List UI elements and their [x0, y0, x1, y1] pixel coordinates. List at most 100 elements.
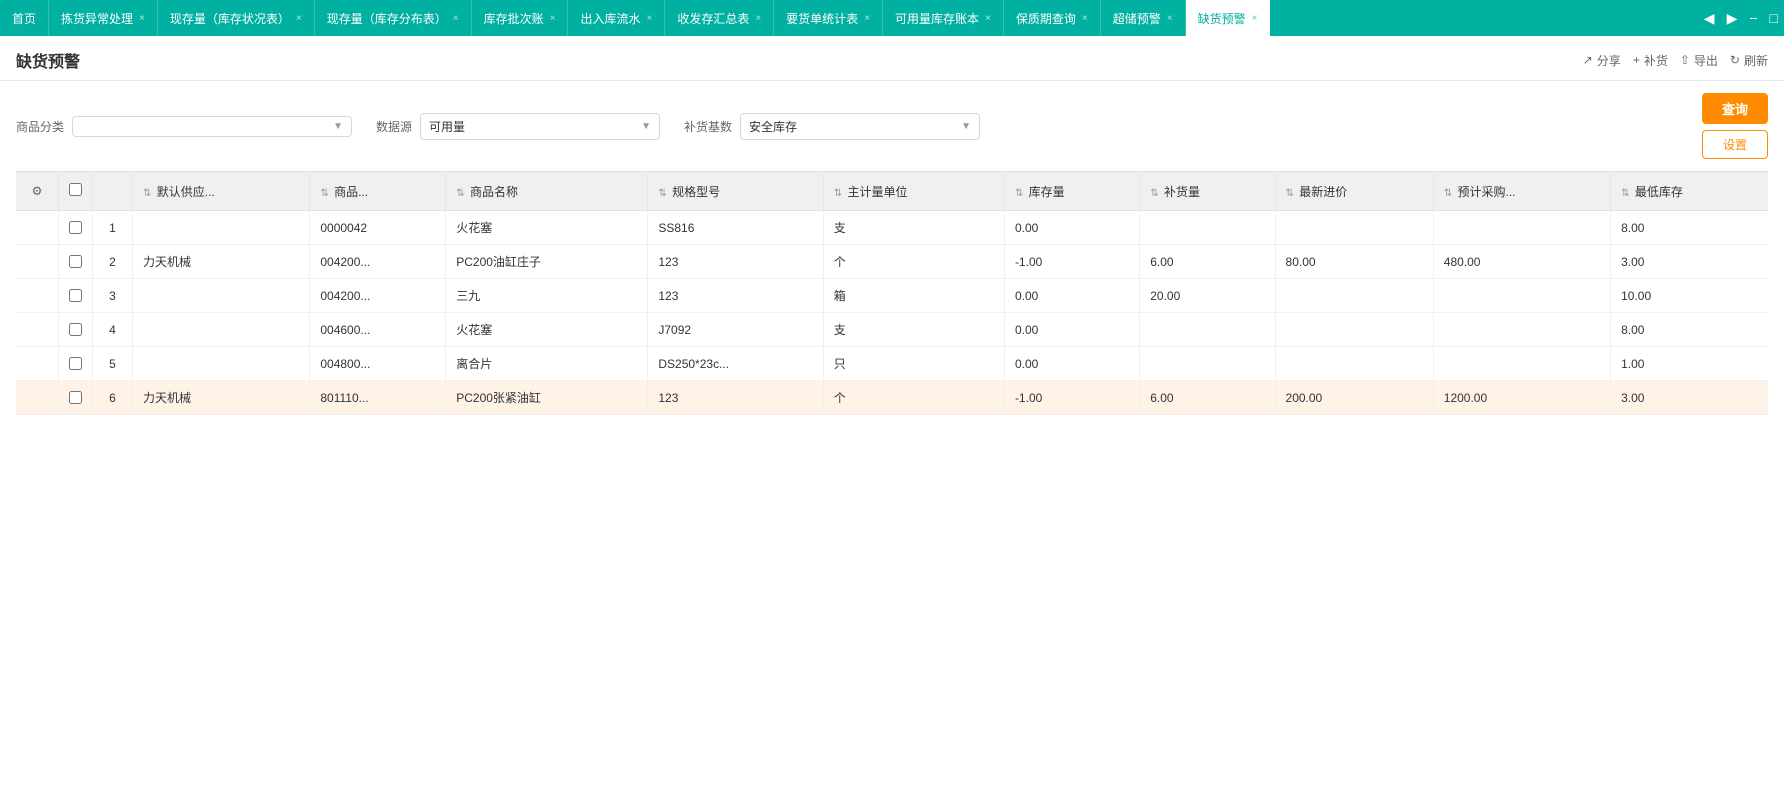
tab-close-stock-status[interactable]: × — [296, 13, 302, 24]
export-button[interactable]: ⇧ 导出 — [1680, 52, 1718, 69]
row-name-cell: 三九 — [446, 279, 648, 313]
column-header-spec[interactable]: ⇅ 规格型号 — [648, 172, 823, 211]
sort-supplier-icon: ⇅ — [143, 188, 151, 199]
tab-close-inout-flow[interactable]: × — [646, 13, 652, 24]
replenish-base-select[interactable]: 安全库存 ▼ — [740, 113, 980, 140]
tab-prev-button[interactable]: ◀ — [1698, 0, 1721, 36]
tab-home[interactable]: 首页 — [0, 0, 49, 36]
tab-close-available-ledger[interactable]: × — [985, 13, 991, 24]
tab-close-expiry[interactable]: × — [1082, 13, 1088, 24]
select-all-checkbox[interactable] — [69, 183, 82, 196]
tab-batch[interactable]: 库存批次账× — [472, 0, 569, 36]
tab-stock-status[interactable]: 现存量（库存状况表）× — [158, 0, 315, 36]
sort-spec-icon: ⇅ — [658, 188, 666, 199]
tab-close-stock-dist[interactable]: × — [453, 13, 459, 24]
column-header-min-stock[interactable]: ⇅ 最低库存 — [1611, 172, 1768, 211]
row-checkbox-3[interactable] — [69, 323, 82, 336]
row-checkbox-cell — [59, 279, 93, 313]
row-checkbox-2[interactable] — [69, 289, 82, 302]
tab-overstock[interactable]: 超储预警× — [1101, 0, 1186, 36]
row-replenish-qty-cell: 20.00 — [1140, 279, 1275, 313]
row-name-cell: PC200油缸庄子 — [446, 245, 648, 279]
row-name-cell: 火花塞 — [446, 313, 648, 347]
row-replenish-qty-cell — [1140, 347, 1275, 381]
settings-button[interactable]: 设置 — [1702, 130, 1768, 159]
row-name-cell: 离合片 — [446, 347, 648, 381]
refresh-button[interactable]: ↻ 刷新 — [1730, 52, 1768, 69]
column-header-stock-qty[interactable]: ⇅ 库存量 — [1004, 172, 1139, 211]
tab-close-batch[interactable]: × — [550, 13, 556, 24]
datasource-select[interactable]: 可用量 ▼ — [420, 113, 660, 140]
column-header-item-code[interactable]: ⇅ 商品... — [310, 172, 446, 211]
category-select[interactable]: ▼ — [72, 116, 352, 137]
row-index-cell: 6 — [93, 381, 133, 415]
tab-close-order-stats[interactable]: × — [864, 13, 870, 24]
tab-order-stats[interactable]: 要货单统计表× — [774, 0, 883, 36]
category-filter: 商品分类 ▼ — [16, 116, 352, 137]
row-settings-cell — [16, 313, 59, 347]
tab-expiry[interactable]: 保质期查询× — [1004, 0, 1101, 36]
tab-maximize-button[interactable]: □ — [1764, 0, 1784, 36]
tab-next-button[interactable]: ▶ — [1721, 0, 1744, 36]
row-latest-price-cell: 200.00 — [1275, 381, 1433, 415]
datasource-label: 数据源 — [376, 118, 412, 135]
row-unit-cell: 个 — [823, 381, 1004, 415]
row-settings-cell — [16, 279, 59, 313]
column-header-est-purchase[interactable]: ⇅ 预计采购... — [1433, 172, 1610, 211]
row-stock-qty-cell: 0.00 — [1004, 347, 1139, 381]
row-checkbox-cell — [59, 381, 93, 415]
table-row: 5 004800... 离合片 DS250*23c... 只 0.00 1.00 — [16, 347, 1768, 381]
row-supplier-cell — [133, 279, 310, 313]
replenish-base-label: 补货基数 — [684, 118, 732, 135]
row-code-cell: 004600... — [310, 313, 446, 347]
tab-shortage[interactable]: 缺货预警× — [1186, 0, 1271, 36]
query-button[interactable]: 查询 — [1702, 93, 1768, 124]
tab-close-receive-summary[interactable]: × — [755, 13, 761, 24]
tab-close-overstock[interactable]: × — [1167, 13, 1173, 24]
column-header-checkbox — [59, 172, 93, 211]
row-stock-qty-cell: -1.00 — [1004, 381, 1139, 415]
row-replenish-qty-cell: 6.00 — [1140, 245, 1275, 279]
tab-close-abnormal[interactable]: × — [139, 13, 145, 24]
row-supplier-cell — [133, 313, 310, 347]
row-checkbox-cell — [59, 245, 93, 279]
row-checkbox-0[interactable] — [69, 221, 82, 234]
tab-abnormal[interactable]: 拣货异常处理× — [49, 0, 158, 36]
category-label: 商品分类 — [16, 118, 64, 135]
row-checkbox-1[interactable] — [69, 255, 82, 268]
row-min-stock-cell: 10.00 — [1611, 279, 1768, 313]
row-name-cell: 火花塞 — [446, 211, 648, 245]
tab-available-ledger[interactable]: 可用量库存账本× — [883, 0, 1004, 36]
share-icon: ↗ — [1583, 53, 1593, 67]
row-checkbox-cell — [59, 313, 93, 347]
table-row: 2 力天机械 004200... PC200油缸庄子 123 个 -1.00 6… — [16, 245, 1768, 279]
replenish-button[interactable]: + 补货 — [1633, 52, 1668, 69]
table-settings-icon[interactable]: ⚙ — [26, 180, 48, 202]
row-checkbox-cell — [59, 211, 93, 245]
column-header-unit[interactable]: ⇅ 主计量单位 — [823, 172, 1004, 211]
column-header-item-name[interactable]: ⇅ 商品名称 — [446, 172, 648, 211]
column-header-latest-price[interactable]: ⇅ 最新进价 — [1275, 172, 1433, 211]
row-latest-price-cell — [1275, 313, 1433, 347]
row-name-cell: PC200张紧油缸 — [446, 381, 648, 415]
data-table: ⚙ ⇅ 默认供应... ⇅ 商品... ⇅ — [16, 171, 1768, 415]
row-spec-cell: SS816 — [648, 211, 823, 245]
row-min-stock-cell: 8.00 — [1611, 211, 1768, 245]
table-row: 1 0000042 火花塞 SS816 支 0.00 8.00 — [16, 211, 1768, 245]
sort-stock-icon: ⇅ — [1015, 188, 1023, 199]
tab-close-shortage[interactable]: × — [1252, 13, 1258, 24]
category-dropdown-icon: ▼ — [333, 121, 343, 132]
tab-minimize-button[interactable]: − — [1743, 0, 1763, 36]
replenish-base-dropdown-icon: ▼ — [961, 121, 971, 132]
row-unit-cell: 只 — [823, 347, 1004, 381]
row-checkbox-4[interactable] — [69, 357, 82, 370]
column-header-supplier[interactable]: ⇅ 默认供应... — [133, 172, 310, 211]
share-button[interactable]: ↗ 分享 — [1583, 52, 1621, 69]
row-supplier-cell: 力天机械 — [133, 381, 310, 415]
tab-inout-flow[interactable]: 出入库流水× — [568, 0, 665, 36]
row-checkbox-5[interactable] — [69, 391, 82, 404]
tab-receive-summary[interactable]: 收发存汇总表× — [665, 0, 774, 36]
replenish-icon: + — [1633, 53, 1640, 67]
column-header-replenish-qty[interactable]: ⇅ 补货量 — [1140, 172, 1275, 211]
tab-stock-dist[interactable]: 现存量（库存分布表）× — [315, 0, 472, 36]
